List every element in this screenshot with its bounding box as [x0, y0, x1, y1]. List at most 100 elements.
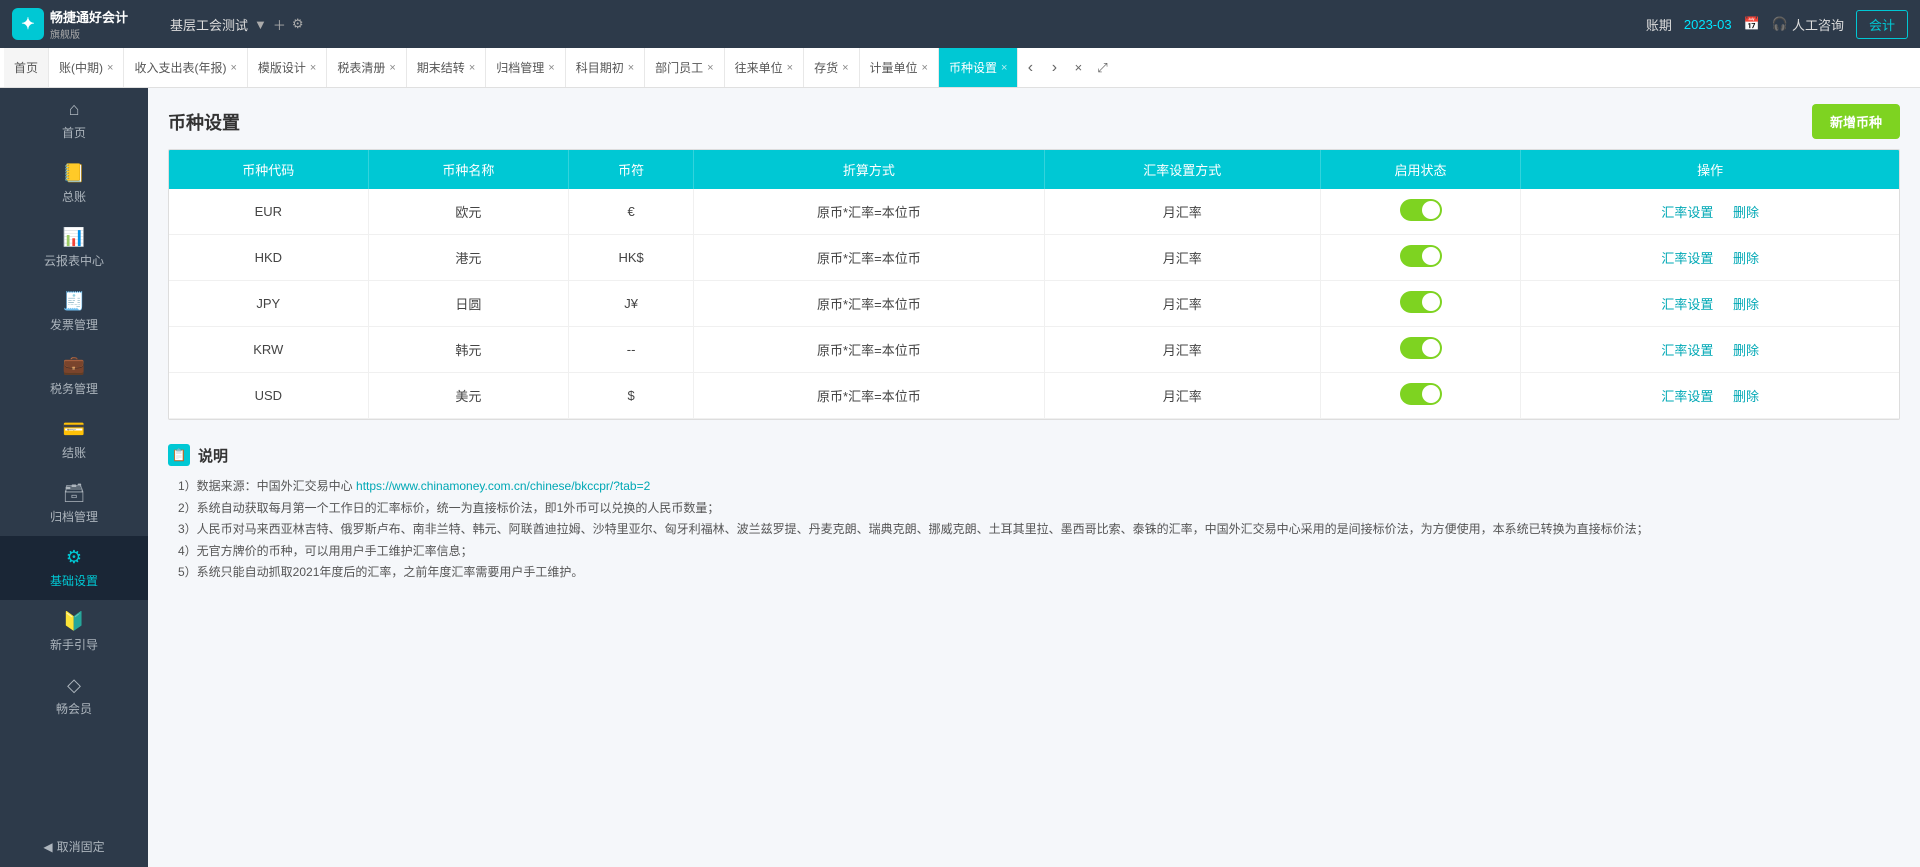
tab-currency[interactable]: 币种设置 × — [939, 48, 1018, 88]
sidebar-item-reports[interactable]: 📊 云报表中心 — [0, 216, 148, 280]
delete-link[interactable]: 删除 — [1733, 205, 1759, 220]
header-actions: 账期 2023-03 📅 🎧 人工咨询 会计 — [1646, 10, 1908, 39]
table-header-row: 币种代码 币种名称 币符 折算方式 汇率设置方式 启用状态 操作 — [169, 150, 1899, 189]
sidebar-item-member-label: 畅会员 — [56, 700, 92, 717]
calendar-icon[interactable]: 📅 — [1744, 16, 1760, 32]
notes-section: 📋 说明 1）数据来源：中国外汇交易中心 https://www.chinamo… — [168, 444, 1900, 584]
settings-icon[interactable]: ⚙ — [292, 16, 304, 32]
sidebar-item-ledger[interactable]: 📒 总账 — [0, 152, 148, 216]
new-currency-button[interactable]: 新增币种 — [1812, 104, 1900, 139]
delete-link[interactable]: 删除 — [1733, 297, 1759, 312]
sidebar-item-settings[interactable]: ⚙ 基础设置 — [0, 536, 148, 600]
tab-template[interactable]: 模版设计 × — [248, 48, 327, 88]
delete-link[interactable]: 删除 — [1733, 389, 1759, 404]
notes-item: 2）系统自动获取每月第一个工作日的汇率标价，统一为直接标价法，即1外币可以兑换的… — [178, 498, 1900, 520]
cell-symbol: -- — [569, 327, 694, 373]
tab-income-label: 收入支出表(年报) — [134, 59, 226, 76]
sidebar-item-tax[interactable]: 💼 税务管理 — [0, 344, 148, 408]
tab-contacts-label: 往来单位 — [735, 59, 783, 76]
toggle-switch[interactable] — [1400, 245, 1442, 267]
sidebar-item-home[interactable]: ⌂ 首页 — [0, 88, 148, 152]
tab-tax-form[interactable]: 税表清册 × — [327, 48, 406, 88]
company-name: 基层工会测试 — [170, 15, 248, 34]
rate-setting-link[interactable]: 汇率设置 — [1661, 343, 1713, 358]
tab-archive[interactable]: 归档管理 × — [486, 48, 565, 88]
cell-calc: 原币*汇率=本位币 — [694, 189, 1045, 235]
account-button[interactable]: 会计 — [1856, 10, 1908, 39]
sidebar-collapse-button[interactable]: ◀ 取消固定 — [0, 826, 148, 867]
tab-dept-close[interactable]: × — [707, 62, 713, 74]
tab-income-close[interactable]: × — [230, 62, 236, 74]
sidebar-item-invoice-label: 发票管理 — [50, 316, 98, 333]
sidebar-item-checkout[interactable]: 💳 结账 — [0, 408, 148, 472]
cell-rate-method: 月汇率 — [1044, 327, 1320, 373]
cell-name: 韩元 — [368, 327, 569, 373]
tax-icon: 💼 — [63, 355, 85, 376]
notes-item: 4）无官方牌价的币种，可以用用户手工维护汇率信息； — [178, 541, 1900, 563]
delete-link[interactable]: 删除 — [1733, 251, 1759, 266]
member-icon: ◇ — [67, 675, 81, 696]
cell-code: EUR — [169, 189, 368, 235]
notes-item: 3）人民币对马来西亚林吉特、俄罗斯卢布、南非兰特、韩元、阿联酋迪拉姆、沙特里亚尔… — [178, 519, 1900, 541]
tab-close-all-button[interactable]: × — [1066, 48, 1090, 88]
cell-code: USD — [169, 373, 368, 419]
tab-unit[interactable]: 计量单位 × — [860, 48, 939, 88]
cell-symbol: HK$ — [569, 235, 694, 281]
tab-period-end[interactable]: 期末结转 × — [407, 48, 486, 88]
toggle-switch[interactable] — [1400, 199, 1442, 221]
cell-code: HKD — [169, 235, 368, 281]
tab-ledger[interactable]: 账(中期) × — [49, 48, 124, 88]
sidebar-item-archive-label: 归档管理 — [50, 508, 98, 525]
support-button[interactable]: 🎧 人工咨询 — [1772, 15, 1844, 34]
sidebar-item-settings-label: 基础设置 — [50, 572, 98, 589]
tab-prev-button[interactable]: ‹ — [1018, 48, 1042, 88]
tab-inventory-close[interactable]: × — [842, 62, 848, 74]
notes-link[interactable]: https://www.chinamoney.com.cn/chinese/bk… — [356, 479, 650, 493]
tab-ledger-close[interactable]: × — [107, 62, 113, 74]
rate-setting-link[interactable]: 汇率设置 — [1661, 205, 1713, 220]
tab-contacts-close[interactable]: × — [787, 62, 793, 74]
cell-rate-method: 月汇率 — [1044, 373, 1320, 419]
tab-unit-label: 计量单位 — [870, 59, 918, 76]
tab-contacts[interactable]: 往来单位 × — [725, 48, 804, 88]
sidebar-item-guide[interactable]: 🔰 新手引导 — [0, 600, 148, 664]
sidebar-item-archive[interactable]: 🗃 归档管理 — [0, 472, 148, 536]
tab-inventory[interactable]: 存货 × — [804, 48, 859, 88]
tab-template-label: 模版设计 — [258, 59, 306, 76]
rate-setting-link[interactable]: 汇率设置 — [1661, 297, 1713, 312]
cell-actions: 汇率设置 删除 — [1521, 327, 1899, 373]
notes-header: 📋 说明 — [168, 444, 1900, 466]
toggle-switch[interactable] — [1400, 291, 1442, 313]
cell-status — [1320, 327, 1521, 373]
company-dropdown-icon[interactable]: ▼ — [254, 17, 267, 32]
tab-unit-close[interactable]: × — [922, 62, 928, 74]
tab-tax-form-close[interactable]: × — [389, 62, 395, 74]
sidebar-item-guide-label: 新手引导 — [50, 636, 98, 653]
rate-setting-link[interactable]: 汇率设置 — [1661, 251, 1713, 266]
tab-currency-close[interactable]: × — [1001, 62, 1007, 74]
tab-dept[interactable]: 部门员工 × — [645, 48, 724, 88]
sidebar-item-invoice[interactable]: 🧾 发票管理 — [0, 280, 148, 344]
tab-home[interactable]: 首页 — [4, 48, 49, 88]
sidebar-item-member[interactable]: ◇ 畅会员 — [0, 664, 148, 728]
toggle-switch[interactable] — [1400, 337, 1442, 359]
tab-period-end-close[interactable]: × — [469, 62, 475, 74]
tab-income[interactable]: 收入支出表(年报) × — [124, 48, 247, 88]
sidebar: ⌂ 首页 📒 总账 📊 云报表中心 🧾 发票管理 💼 税务管理 💳 结账 🗃 归… — [0, 88, 148, 867]
currency-table: 币种代码 币种名称 币符 折算方式 汇率设置方式 启用状态 操作 EUR 欧元 … — [168, 149, 1900, 420]
add-icon[interactable]: ＋ — [273, 15, 286, 34]
toggle-switch[interactable] — [1400, 383, 1442, 405]
tab-expand-button[interactable]: ⤢ — [1090, 48, 1114, 88]
rate-setting-link[interactable]: 汇率设置 — [1661, 389, 1713, 404]
tab-archive-close[interactable]: × — [548, 62, 554, 74]
tab-subject-init-close[interactable]: × — [628, 62, 634, 74]
main-content: 币种设置 新增币种 币种代码 币种名称 币符 折算方式 汇率设置方式 启用状态 … — [148, 88, 1920, 867]
delete-link[interactable]: 删除 — [1733, 343, 1759, 358]
page-title: 币种设置 — [168, 109, 240, 135]
tab-subject-init[interactable]: 科目期初 × — [566, 48, 645, 88]
col-actions: 操作 — [1521, 150, 1899, 189]
company-area[interactable]: 基层工会测试 ▼ ＋ ⚙ — [170, 15, 304, 34]
tab-template-close[interactable]: × — [310, 62, 316, 74]
cell-name: 美元 — [368, 373, 569, 419]
tab-next-button[interactable]: › — [1042, 48, 1066, 88]
